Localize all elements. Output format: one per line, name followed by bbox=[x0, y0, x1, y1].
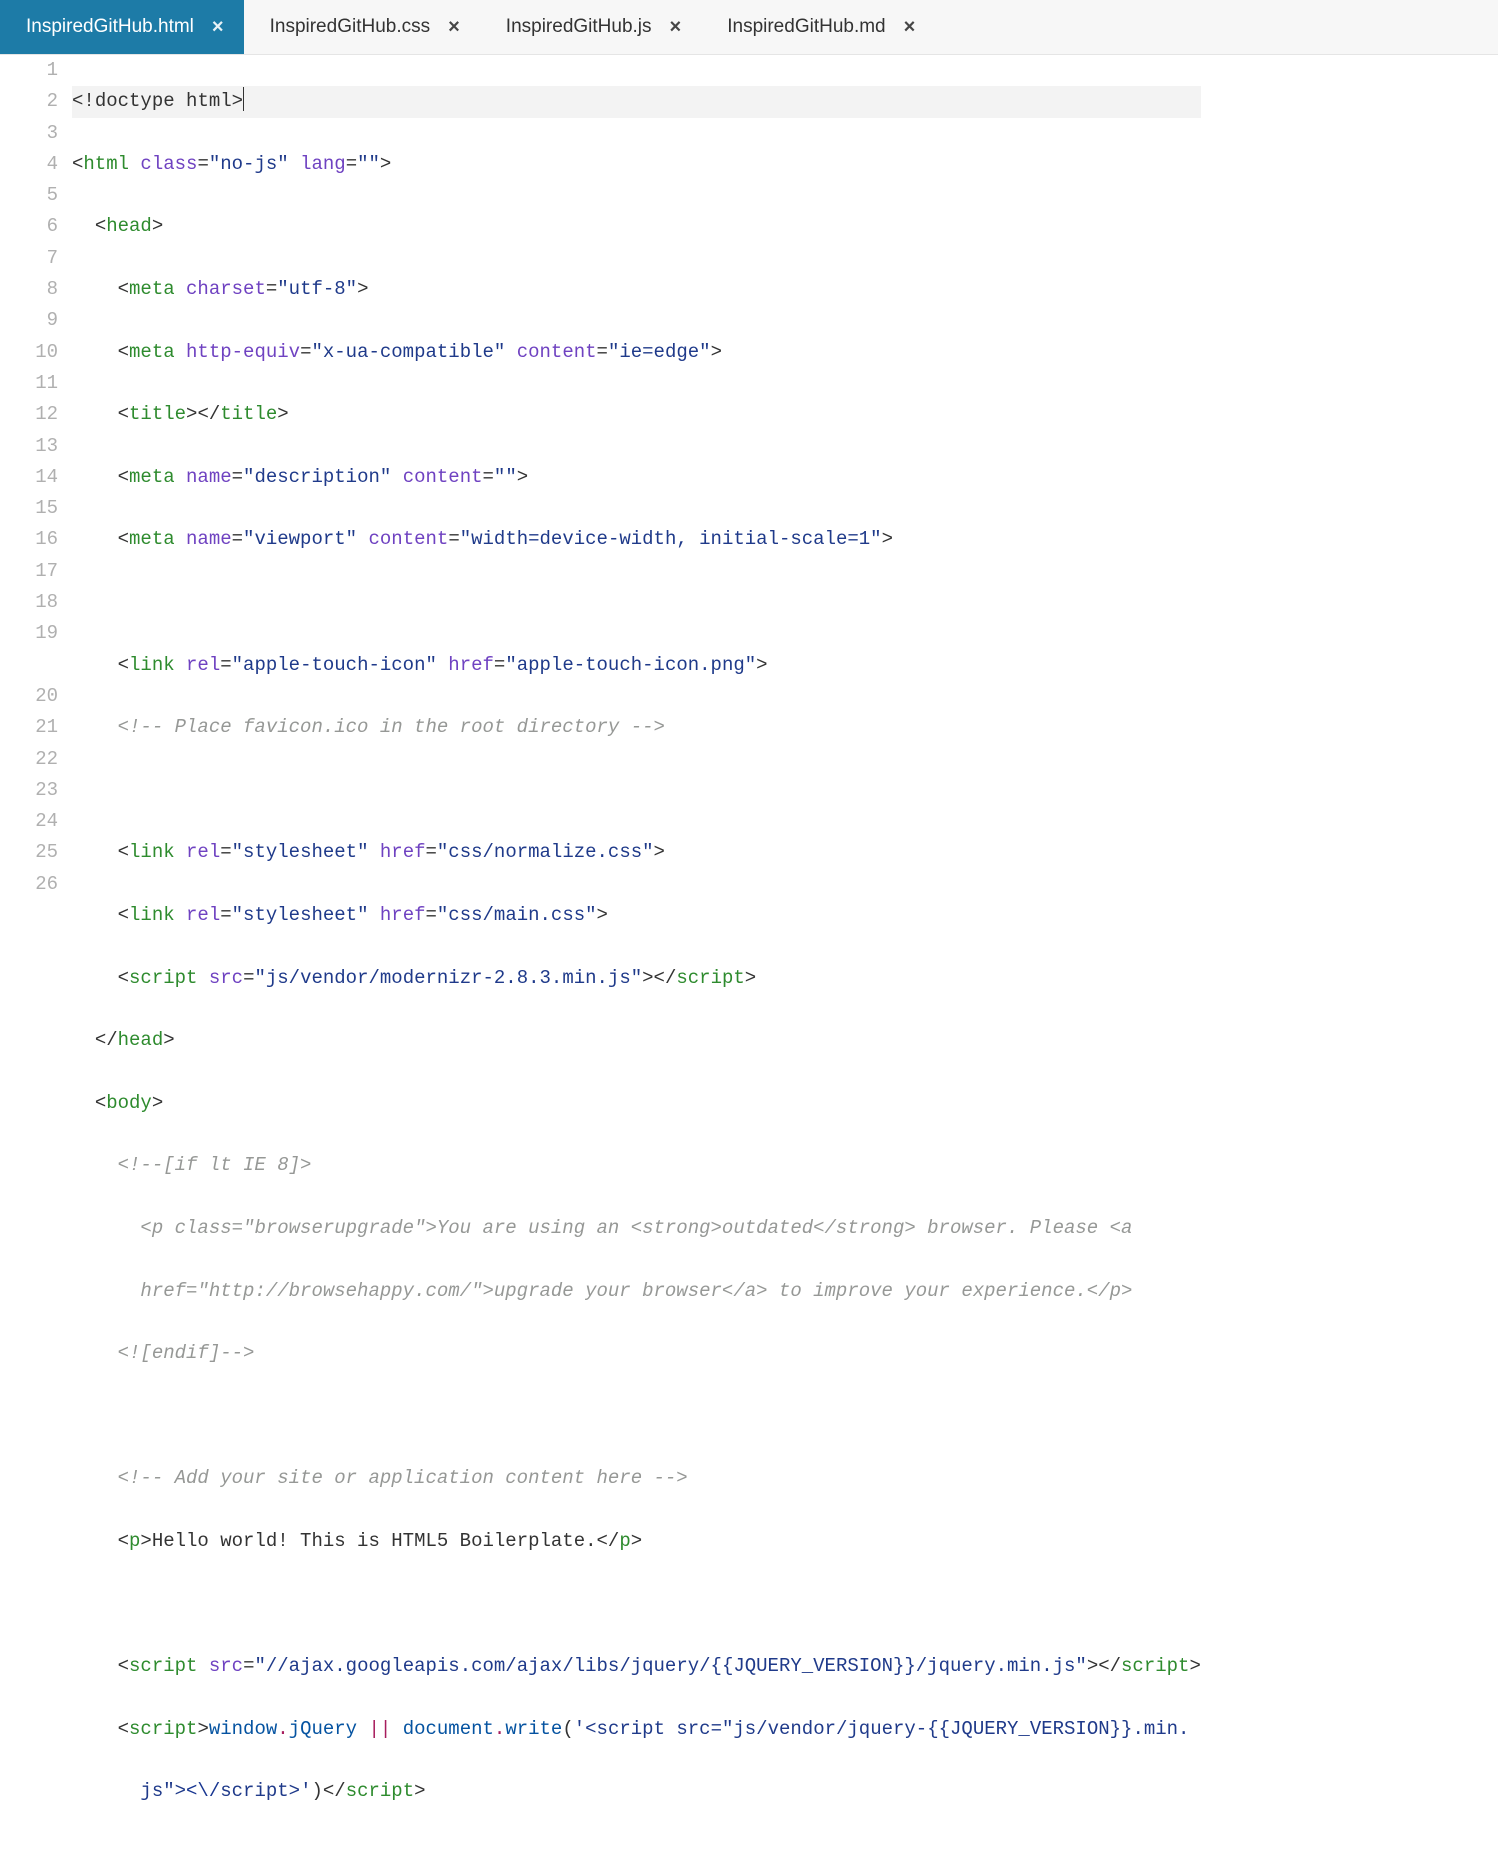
code-line: <script src="js/vendor/modernizr-2.8.3.m… bbox=[72, 963, 1201, 994]
code-line: <link rel="stylesheet" href="css/normali… bbox=[72, 837, 1201, 868]
close-icon[interactable]: × bbox=[904, 17, 916, 37]
code-line: <!-- Place favicon.ico in the root direc… bbox=[72, 712, 1201, 743]
code-line: <link rel="apple-touch-icon" href="apple… bbox=[72, 650, 1201, 681]
line-number: 18 bbox=[0, 587, 58, 618]
code-line: href="http://browsehappy.com/">upgrade y… bbox=[72, 1276, 1201, 1307]
tab-bar: InspiredGitHub.html × InspiredGitHub.css… bbox=[0, 0, 1498, 55]
line-number: 13 bbox=[0, 431, 58, 462]
line-number: 10 bbox=[0, 337, 58, 368]
code-line: <!doctype html> bbox=[72, 86, 1201, 117]
line-number: 6 bbox=[0, 211, 58, 242]
line-number: 26 bbox=[0, 869, 58, 900]
code-line: js"><\/script>')</script> bbox=[72, 1776, 1201, 1807]
line-number: 20 bbox=[0, 681, 58, 712]
line-number bbox=[0, 900, 58, 931]
line-number: 14 bbox=[0, 462, 58, 493]
code-line: <html class="no-js" lang=""> bbox=[72, 149, 1201, 180]
line-gutter: 1 2 3 4 5 6 7 8 9 10 11 12 13 14 15 16 1… bbox=[0, 55, 72, 1870]
line-number: 3 bbox=[0, 118, 58, 149]
line-number: 4 bbox=[0, 149, 58, 180]
code-line bbox=[72, 1401, 1201, 1432]
line-number: 22 bbox=[0, 744, 58, 775]
line-number: 16 bbox=[0, 524, 58, 555]
code-line: <meta name="description" content=""> bbox=[72, 462, 1201, 493]
code-line bbox=[72, 775, 1201, 806]
line-number: 9 bbox=[0, 305, 58, 336]
code-line: <!-- Add your site or application conten… bbox=[72, 1463, 1201, 1494]
code-line: <p class="browserupgrade">You are using … bbox=[72, 1213, 1201, 1244]
line-number: 2 bbox=[0, 86, 58, 117]
line-number: 5 bbox=[0, 180, 58, 211]
code-line: <![endif]--> bbox=[72, 1338, 1201, 1369]
tab-label: InspiredGitHub.html bbox=[26, 16, 194, 38]
cursor-icon bbox=[243, 87, 244, 111]
line-number: 19 bbox=[0, 618, 58, 649]
line-number: 25 bbox=[0, 837, 58, 868]
line-number: 8 bbox=[0, 274, 58, 305]
code-line bbox=[72, 1589, 1201, 1620]
line-number: 7 bbox=[0, 243, 58, 274]
code-line: <title></title> bbox=[72, 399, 1201, 430]
tab-inspiredgithub-html[interactable]: InspiredGitHub.html × bbox=[0, 0, 244, 54]
code-line: <script>window.jQuery || document.write(… bbox=[72, 1714, 1201, 1745]
editor[interactable]: 1 2 3 4 5 6 7 8 9 10 11 12 13 14 15 16 1… bbox=[0, 55, 1498, 1870]
tab-label: InspiredGitHub.css bbox=[270, 16, 431, 38]
code-line: <head> bbox=[72, 211, 1201, 242]
code-line: <script src="//ajax.googleapis.com/ajax/… bbox=[72, 1651, 1201, 1682]
code-line bbox=[72, 587, 1201, 618]
line-number: 11 bbox=[0, 368, 58, 399]
code-line: <link rel="stylesheet" href="css/main.cs… bbox=[72, 900, 1201, 931]
line-number bbox=[0, 650, 58, 681]
line-number: 24 bbox=[0, 806, 58, 837]
close-icon[interactable]: × bbox=[670, 17, 682, 37]
line-number: 23 bbox=[0, 775, 58, 806]
code-line: <meta http-equiv="x-ua-compatible" conte… bbox=[72, 337, 1201, 368]
code-area[interactable]: <!doctype html> <html class="no-js" lang… bbox=[72, 55, 1201, 1870]
line-number: 15 bbox=[0, 493, 58, 524]
code-line: </head> bbox=[72, 1025, 1201, 1056]
line-number: 17 bbox=[0, 556, 58, 587]
code-line: <meta name="viewport" content="width=dev… bbox=[72, 524, 1201, 555]
line-number: 21 bbox=[0, 712, 58, 743]
tab-label: InspiredGitHub.js bbox=[506, 16, 652, 38]
tab-inspiredgithub-md[interactable]: InspiredGitHub.md × bbox=[701, 0, 935, 54]
tab-inspiredgithub-css[interactable]: InspiredGitHub.css × bbox=[244, 0, 480, 54]
code-line: <p>Hello world! This is HTML5 Boilerplat… bbox=[72, 1526, 1201, 1557]
code-line: <!--[if lt IE 8]> bbox=[72, 1150, 1201, 1181]
code-line: <body> bbox=[72, 1088, 1201, 1119]
line-number: 12 bbox=[0, 399, 58, 430]
tab-label: InspiredGitHub.md bbox=[727, 16, 885, 38]
line-number: 1 bbox=[0, 55, 58, 86]
close-icon[interactable]: × bbox=[448, 17, 460, 37]
close-icon[interactable]: × bbox=[212, 17, 224, 37]
tab-inspiredgithub-js[interactable]: InspiredGitHub.js × bbox=[480, 0, 701, 54]
code-line: <meta charset="utf-8"> bbox=[72, 274, 1201, 305]
